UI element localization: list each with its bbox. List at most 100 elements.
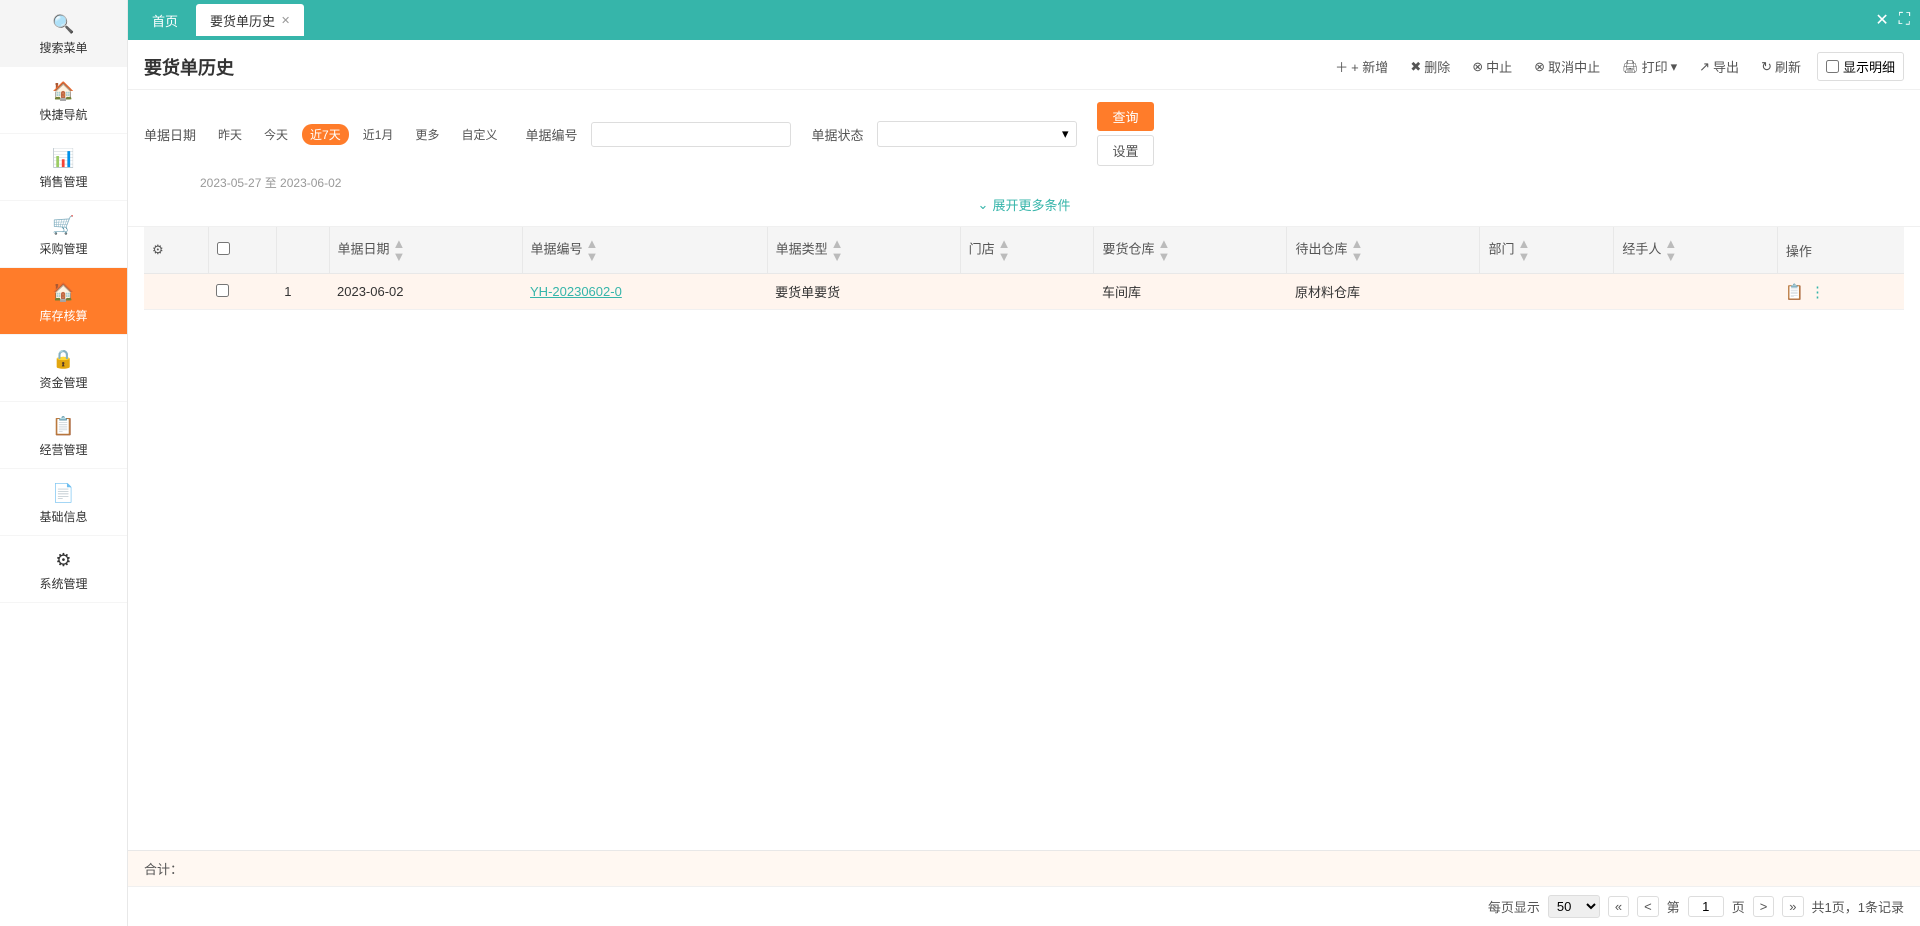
top-bar-right: ✕ ⛶ bbox=[1875, 10, 1910, 30]
doc-no-label: 单据编号 bbox=[525, 125, 577, 144]
tab-requisition-history[interactable]: 要货单历史 ✕ bbox=[196, 4, 304, 36]
doc-no-link[interactable]: YH-20230602-0 bbox=[530, 284, 622, 299]
col-header-actions: 操作 bbox=[1777, 227, 1904, 274]
more-icon[interactable]: ⋮ bbox=[1810, 283, 1825, 301]
delete-button[interactable]: ✖ 删除 bbox=[1404, 55, 1456, 78]
tab-close-icon[interactable]: ✕ bbox=[281, 14, 290, 27]
sidebar-item-sales-mgmt[interactable]: 📊 销售管理 bbox=[0, 134, 127, 201]
row-store bbox=[960, 274, 1094, 310]
doc-status-dropdown-icon: ▾ bbox=[1062, 126, 1069, 142]
date-shortcut-last7days[interactable]: 近7天 bbox=[302, 124, 349, 145]
tab-label: 要货单历史 bbox=[210, 11, 275, 30]
doc-status-select[interactable]: ▾ bbox=[877, 121, 1077, 147]
display-detail-toggle[interactable]: 显示明细 bbox=[1817, 52, 1904, 81]
close-icon[interactable]: ✕ bbox=[1875, 10, 1888, 30]
edit-icon[interactable]: 📋 bbox=[1785, 283, 1804, 301]
expand-more-button[interactable]: ⌄ 展开更多条件 bbox=[144, 195, 1904, 214]
main-wrapper: 首页要货单历史 ✕ ✕ ⛶ 要货单历史 ＋ + 新增 ✖ 删除 ⊗ 中止 bbox=[128, 0, 1920, 926]
table-settings-icon[interactable]: ⚙ bbox=[152, 242, 164, 257]
sidebar-item-sys-mgmt[interactable]: ⚙系统管理 bbox=[0, 536, 127, 603]
sidebar-item-search-menu[interactable]: 🔍 搜索菜单 bbox=[0, 0, 127, 67]
row-handler bbox=[1614, 274, 1777, 310]
col-header-doc_no[interactable]: 单据编号▲▼ bbox=[522, 227, 767, 274]
first-page-button[interactable]: « bbox=[1608, 896, 1629, 917]
sort-icon: ▲▼ bbox=[1351, 237, 1364, 263]
col-header-handler[interactable]: 经手人▲▼ bbox=[1614, 227, 1777, 274]
sidebar-item-label: 搜索菜单 bbox=[39, 39, 87, 56]
row-check bbox=[208, 274, 276, 310]
page-header: 要货单历史 ＋ + 新增 ✖ 删除 ⊗ 中止 ⊗ 取消中止 bbox=[128, 40, 1920, 90]
date-range-display: 2023-05-27 至 2023-06-02 bbox=[200, 174, 1904, 191]
new-button[interactable]: ＋ + 新增 bbox=[1329, 55, 1394, 78]
cancel-stop-button[interactable]: ⊗ 取消中止 bbox=[1528, 55, 1606, 78]
sidebar-item-base-info[interactable]: 📄基础信息 bbox=[0, 469, 127, 536]
search-menu-icon: 🔍 bbox=[52, 14, 74, 35]
date-shortcut-yesterday[interactable]: 昨天 bbox=[210, 124, 250, 145]
stop-button[interactable]: ⊗ 中止 bbox=[1466, 55, 1518, 78]
per-page-label: 每页显示 bbox=[1488, 897, 1540, 916]
row-doc-no: YH-20230602-0 bbox=[522, 274, 767, 310]
prev-page-button[interactable]: < bbox=[1637, 896, 1659, 917]
date-filter-group: 单据日期 昨天今天近7天近1月更多自定义 bbox=[144, 124, 505, 145]
date-range-text: 2023-05-27 至 2023-06-02 bbox=[200, 176, 341, 190]
sys-mgmt-icon: ⚙ bbox=[55, 550, 71, 571]
sort-icon: ▲▼ bbox=[393, 237, 406, 263]
sidebar-item-quick-nav[interactable]: 🏠快捷导航 bbox=[0, 67, 127, 134]
export-icon: ↗ bbox=[1699, 59, 1710, 75]
date-shortcut-more[interactable]: 更多 bbox=[407, 124, 447, 145]
page-suffix: 页 bbox=[1732, 897, 1745, 916]
tab-home[interactable]: 首页 bbox=[138, 4, 192, 36]
pagination: 每页显示 102050100 « < 第 页 > » 共1页，1条记录 bbox=[128, 886, 1920, 926]
row-department bbox=[1480, 274, 1614, 310]
next-page-button[interactable]: > bbox=[1753, 896, 1775, 917]
refresh-button[interactable]: ↻ 刷新 bbox=[1755, 55, 1807, 78]
table-footer: 合计： bbox=[128, 850, 1920, 886]
col-header-req_warehouse[interactable]: 要货仓库▲▼ bbox=[1094, 227, 1287, 274]
row-req-warehouse: 车间库 bbox=[1094, 274, 1287, 310]
last-page-button[interactable]: » bbox=[1782, 896, 1803, 917]
sort-icon: ▲▼ bbox=[1518, 237, 1531, 263]
sales-mgmt-icon: 📊 bbox=[52, 148, 74, 169]
date-shortcut-last1month[interactable]: 近1月 bbox=[355, 124, 402, 145]
total-label: 共1页，1条记录 bbox=[1812, 897, 1904, 916]
row-checkbox[interactable] bbox=[216, 284, 229, 297]
print-button[interactable]: 🖨 打印 ▾ bbox=[1616, 55, 1683, 78]
sidebar-item-ops-mgmt[interactable]: 📋经营管理 bbox=[0, 402, 127, 469]
export-button[interactable]: ↗ 导出 bbox=[1693, 55, 1745, 78]
col-header-doc_type[interactable]: 单据类型▲▼ bbox=[767, 227, 960, 274]
row-actions: 📋⋮ bbox=[1777, 274, 1904, 310]
page-input[interactable] bbox=[1688, 896, 1724, 917]
col-header-store[interactable]: 门店▲▼ bbox=[960, 227, 1094, 274]
doc-no-input[interactable] bbox=[591, 122, 791, 147]
col-header-waiting_warehouse[interactable]: 待出仓库▲▼ bbox=[1287, 227, 1480, 274]
cancel-stop-icon: ⊗ bbox=[1534, 59, 1545, 75]
sort-icon: ▲▼ bbox=[998, 237, 1011, 263]
finance-mgmt-icon: 🔒 bbox=[52, 349, 74, 370]
search-button[interactable]: 查询 bbox=[1097, 102, 1153, 131]
summary-label: 合计： bbox=[144, 859, 183, 878]
sort-icon: ▲▼ bbox=[831, 237, 844, 263]
date-shortcut-custom[interactable]: 自定义 bbox=[453, 124, 505, 145]
row-doc-date: 2023-06-02 bbox=[329, 274, 522, 310]
sidebar-item-inventory[interactable]: 🏠库存核算 bbox=[0, 268, 127, 335]
purchase-mgmt-icon: 🛒 bbox=[52, 215, 74, 236]
per-page-select[interactable]: 102050100 bbox=[1548, 895, 1600, 918]
date-shortcut-today[interactable]: 今天 bbox=[256, 124, 296, 145]
select-all-checkbox[interactable] bbox=[217, 242, 230, 255]
date-shortcuts: 昨天今天近7天近1月更多自定义 bbox=[210, 124, 505, 145]
sidebar-item-purchase-mgmt[interactable]: 🛒采购管理 bbox=[0, 201, 127, 268]
stop-icon: ⊗ bbox=[1472, 59, 1483, 75]
table-header: ⚙ 单据日期▲▼单据编号▲▼单据类型▲▼门店▲▼要货仓库▲▼待出仓库▲▼部门▲▼经… bbox=[144, 227, 1904, 274]
refresh-icon: ↻ bbox=[1761, 59, 1772, 75]
display-detail-checkbox[interactable] bbox=[1826, 60, 1839, 73]
col-header-doc_date[interactable]: 单据日期▲▼ bbox=[329, 227, 522, 274]
col-header-department[interactable]: 部门▲▼ bbox=[1480, 227, 1614, 274]
sort-icon: ▲▼ bbox=[1158, 237, 1171, 263]
doc-status-filter-group: 单据状态 ▾ bbox=[811, 121, 1077, 147]
fullscreen-icon[interactable]: ⛶ bbox=[1899, 11, 1910, 29]
sidebar-item-label: 库存核算 bbox=[39, 307, 87, 324]
sidebar-item-finance-mgmt[interactable]: 🔒资金管理 bbox=[0, 335, 127, 402]
doc-status-label: 单据状态 bbox=[811, 125, 863, 144]
settings-button[interactable]: 设置 bbox=[1097, 135, 1153, 166]
sidebar-item-label: 销售管理 bbox=[39, 173, 87, 190]
